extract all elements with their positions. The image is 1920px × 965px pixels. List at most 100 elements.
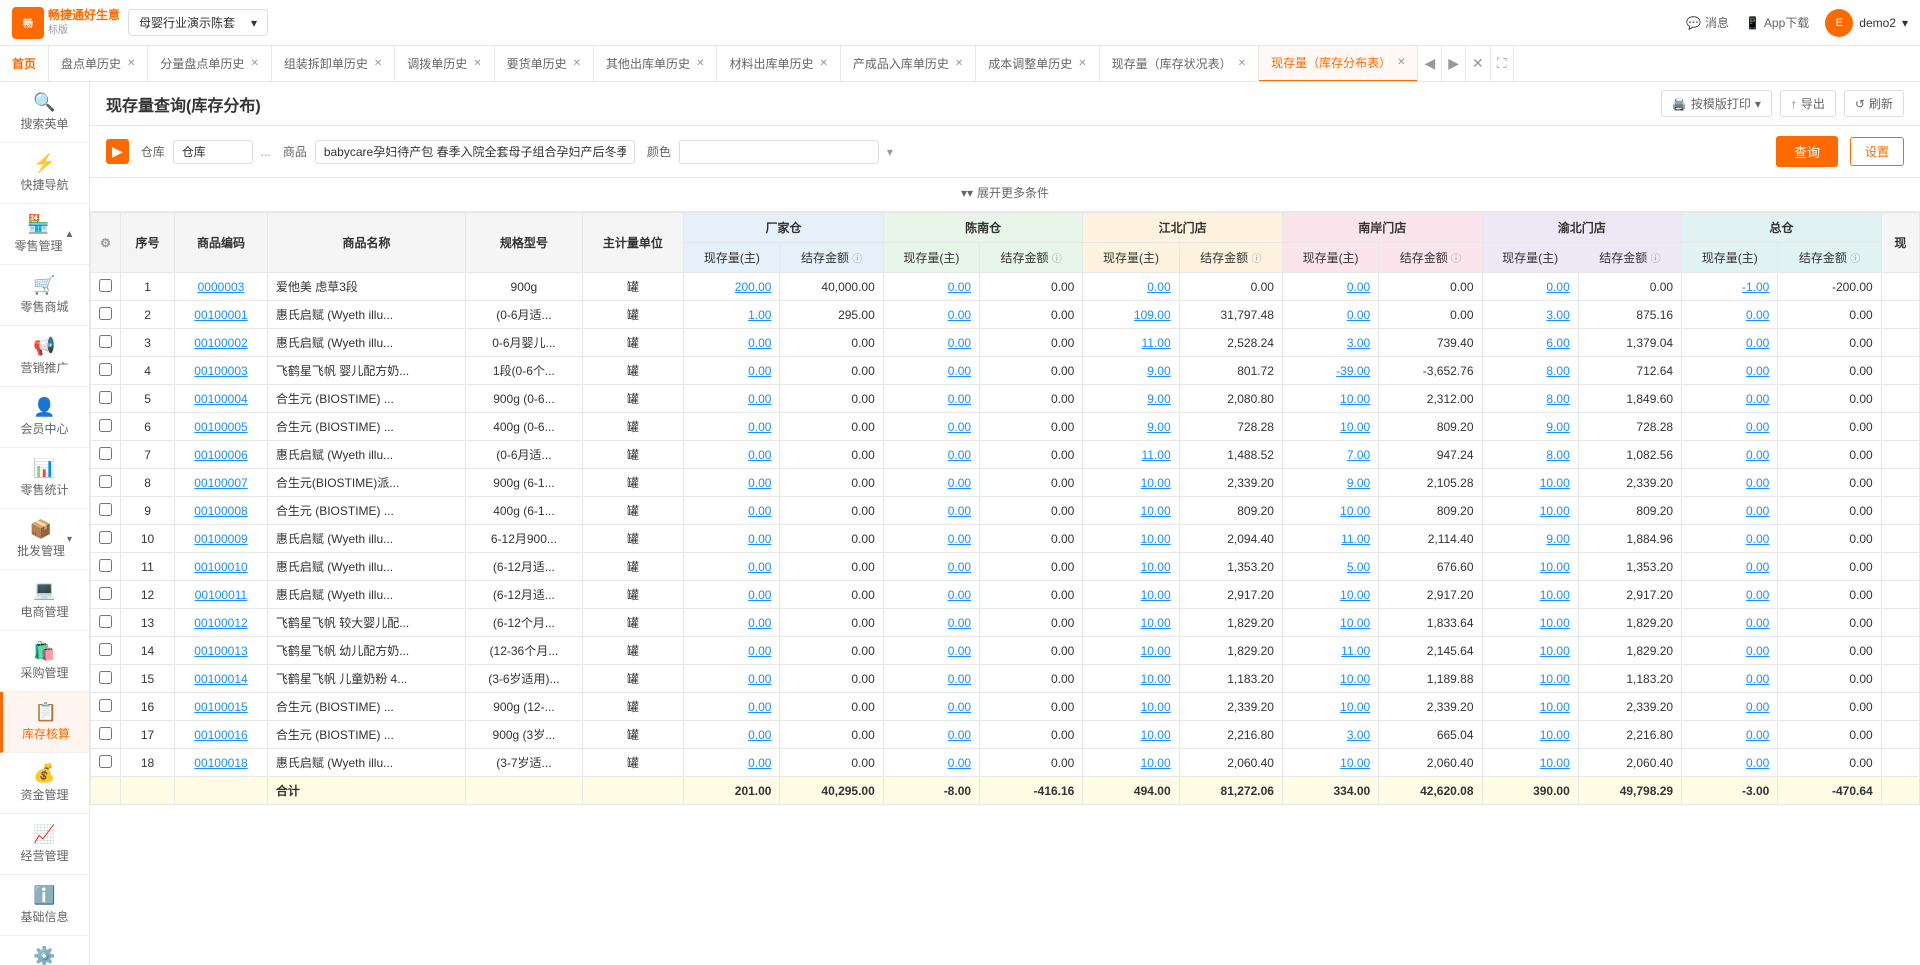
row-yubei-stock[interactable]: 10.00 [1482,553,1578,581]
row-nanan-stock[interactable]: 10.00 [1282,693,1378,721]
row-factory-stock[interactable]: 0.00 [684,385,780,413]
row-checkbox[interactable] [91,609,121,637]
row-total-stock[interactable]: 0.00 [1682,357,1778,385]
tab-product-in[interactable]: 产成品入库单历史 ✕ [841,46,976,82]
row-jiangbei-stock[interactable]: 10.00 [1083,525,1179,553]
row-yubei-stock[interactable]: 9.00 [1482,413,1578,441]
row-nanan-stock[interactable]: 10.00 [1282,581,1378,609]
sidebar-item-ecommerce[interactable]: 💻 电商管理 [0,570,89,631]
row-nanan-stock[interactable]: 7.00 [1282,441,1378,469]
row-chennan-stock[interactable]: 0.00 [883,469,979,497]
row-yubei-stock[interactable]: 6.00 [1482,329,1578,357]
row-factory-stock[interactable]: 0.00 [684,525,780,553]
row-checkbox[interactable] [91,441,121,469]
row-nanan-stock[interactable]: 10.00 [1282,665,1378,693]
expand-arrow-btn[interactable]: ▶ [106,139,129,164]
row-total-stock[interactable]: 0.00 [1682,665,1778,693]
row-total-stock[interactable]: 0.00 [1682,693,1778,721]
row-factory-stock[interactable]: 1.00 [684,301,780,329]
row-yubei-stock[interactable]: 10.00 [1482,469,1578,497]
row-checkbox[interactable] [91,721,121,749]
row-checkbox[interactable] [91,581,121,609]
row-checkbox[interactable] [91,497,121,525]
row-nanan-stock[interactable]: 10.00 [1282,609,1378,637]
row-total-stock[interactable]: 0.00 [1682,469,1778,497]
row-chennan-stock[interactable]: 0.00 [883,693,979,721]
row-jiangbei-stock[interactable]: 10.00 [1083,721,1179,749]
row-jiangbei-stock[interactable]: 11.00 [1083,329,1179,357]
row-yubei-stock[interactable]: 10.00 [1482,749,1578,777]
row-jiangbei-stock[interactable]: 10.00 [1083,497,1179,525]
tab-assembly[interactable]: 组装拆卸单历史 ✕ [272,46,395,82]
row-nanan-stock[interactable]: 11.00 [1282,525,1378,553]
row-code[interactable]: 00100012 [175,609,268,637]
row-code[interactable]: 0000003 [175,273,268,301]
tab-inventory-check[interactable]: 盘点单历史 ✕ [49,46,148,82]
close-icon[interactable]: ✕ [573,58,581,69]
row-nanan-stock[interactable]: -39.00 [1282,357,1378,385]
row-factory-stock[interactable]: 0.00 [684,721,780,749]
row-checkbox[interactable] [91,693,121,721]
row-factory-stock[interactable]: 0.00 [684,637,780,665]
warehouse-dots-btn[interactable]: ... [261,145,271,159]
row-chennan-stock[interactable]: 0.00 [883,609,979,637]
sidebar-item-finance[interactable]: 💰 资金管理 [0,753,89,814]
row-chennan-stock[interactable]: 0.00 [883,301,979,329]
row-nanan-stock[interactable]: 9.00 [1282,469,1378,497]
row-total-stock[interactable]: 0.00 [1682,581,1778,609]
sidebar-item-basics[interactable]: ℹ️ 基础信息 [0,875,89,936]
row-nanan-stock[interactable]: 0.00 [1282,301,1378,329]
row-factory-stock[interactable]: 0.00 [684,749,780,777]
row-code[interactable]: 00100011 [175,581,268,609]
row-total-stock[interactable]: -1.00 [1682,273,1778,301]
row-chennan-stock[interactable]: 0.00 [883,329,979,357]
row-code[interactable]: 00100008 [175,497,268,525]
row-jiangbei-stock[interactable]: 9.00 [1083,413,1179,441]
tab-stock-dist[interactable]: 现存量（库存分布表）✕ [1259,46,1418,82]
sidebar-item-inventory[interactable]: 📋 库存核算 [0,692,89,753]
sidebar-item-retail[interactable]: 🏪 零售管理 ▲ [0,204,89,265]
sidebar-item-search[interactable]: 🔍 搜索英单 [0,82,89,143]
color-dropdown-icon[interactable]: ▾ [887,145,893,159]
row-code[interactable]: 00100010 [175,553,268,581]
row-checkbox[interactable] [91,749,121,777]
row-checkbox[interactable] [91,665,121,693]
row-jiangbei-stock[interactable]: 10.00 [1083,469,1179,497]
gear-icon[interactable]: ⚙ [100,236,111,250]
row-yubei-stock[interactable]: 10.00 [1482,581,1578,609]
row-factory-stock[interactable]: 0.00 [684,413,780,441]
row-jiangbei-stock[interactable]: 10.00 [1083,609,1179,637]
tab-cost-adj[interactable]: 成本调整单历史 ✕ [976,46,1099,82]
product-input[interactable] [315,140,635,164]
expand-more-btn[interactable]: ▾▾ 展开更多条件 [953,182,1057,203]
row-total-stock[interactable]: 0.00 [1682,413,1778,441]
close-icon[interactable]: ✕ [1397,57,1405,68]
tab-nav-left[interactable]: ◀ [1418,46,1442,82]
row-code[interactable]: 00100014 [175,665,268,693]
row-code[interactable]: 00100013 [175,637,268,665]
row-code[interactable]: 00100016 [175,721,268,749]
row-checkbox[interactable] [91,553,121,581]
tab-home[interactable]: 首页 [0,46,49,82]
row-factory-stock[interactable]: 0.00 [684,581,780,609]
row-yubei-stock[interactable]: 3.00 [1482,301,1578,329]
close-icon[interactable]: ✕ [819,58,827,69]
row-nanan-stock[interactable]: 3.00 [1282,329,1378,357]
row-checkbox[interactable] [91,637,121,665]
query-btn[interactable]: 查询 [1776,136,1838,167]
row-nanan-stock[interactable]: 3.00 [1282,721,1378,749]
row-jiangbei-stock[interactable]: 10.00 [1083,581,1179,609]
row-factory-stock[interactable]: 0.00 [684,441,780,469]
row-checkbox[interactable] [91,525,121,553]
row-checkbox[interactable] [91,357,121,385]
row-jiangbei-stock[interactable]: 10.00 [1083,637,1179,665]
row-nanan-stock[interactable]: 5.00 [1282,553,1378,581]
row-yubei-stock[interactable]: 8.00 [1482,357,1578,385]
tab-nav-right[interactable]: ▶ [1442,46,1466,82]
row-code[interactable]: 00100001 [175,301,268,329]
row-code[interactable]: 00100004 [175,385,268,413]
row-jiangbei-stock[interactable]: 10.00 [1083,749,1179,777]
row-checkbox[interactable] [91,469,121,497]
setting-btn[interactable]: 设置 [1850,137,1904,166]
user-area[interactable]: E demo2 ▾ [1825,9,1908,37]
